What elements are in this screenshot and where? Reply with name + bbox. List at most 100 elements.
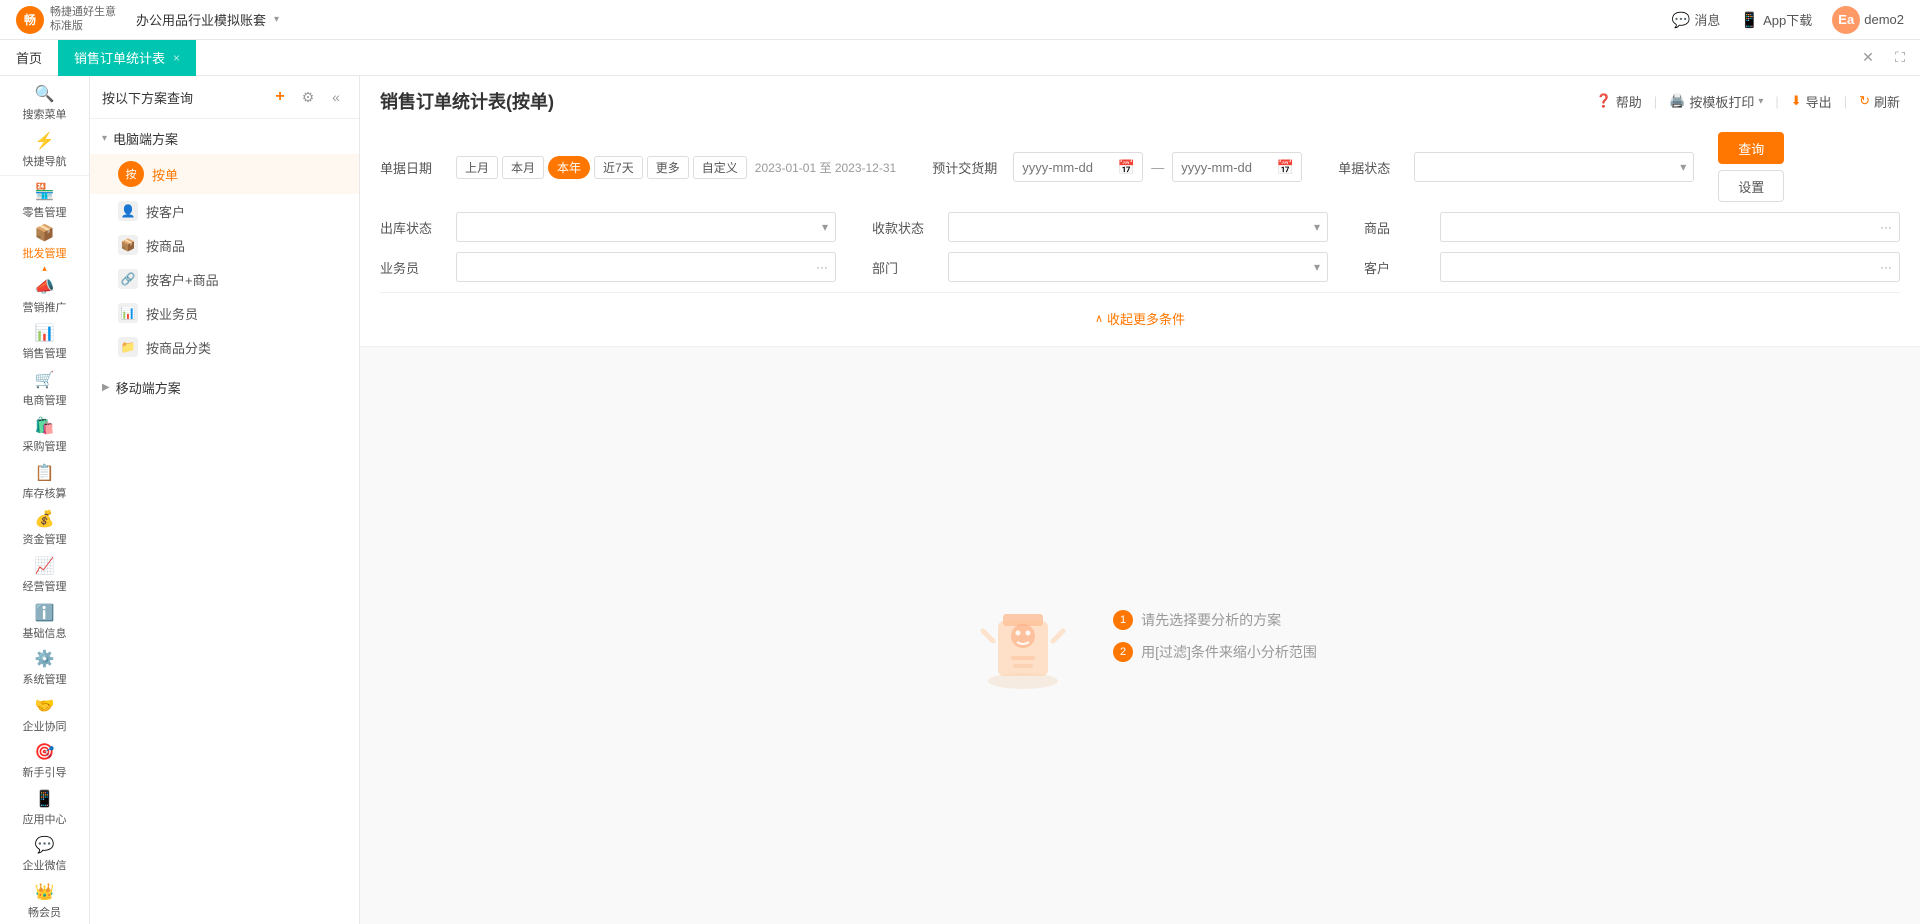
refresh-button[interactable]: ↻ 刷新: [1859, 92, 1900, 111]
logo-area: 畅 畅捷通好生意 标准版: [16, 6, 116, 34]
salesperson-more-icon[interactable]: ···: [816, 260, 828, 274]
department-select[interactable]: [948, 252, 1328, 282]
calendar-start-icon: 📅: [1118, 159, 1135, 176]
sidebar-item-enterprise-wx[interactable]: 💬 企业微信: [0, 831, 89, 878]
scheme-by-product[interactable]: 📦 按商品: [90, 228, 359, 262]
mobile-schemes-group: ▶ 移动端方案: [90, 368, 359, 407]
scheme-by-customer-product[interactable]: 🔗 按客户+商品: [90, 262, 359, 296]
filter-action-buttons: 查询 设置: [1718, 132, 1784, 202]
filter-area: 单据日期 上月 本月 本年 近7天 更多 自定义 2023-01-01 至 20…: [360, 122, 1920, 347]
top-bar-left: 畅 畅捷通好生意 标准版 办公用品行业模拟账套 ▾: [16, 6, 279, 34]
sidebar-item-marketing[interactable]: 📣 营销推广: [0, 273, 89, 320]
by-order-icon: 按: [118, 161, 144, 187]
enterprise-wx-icon: 💬: [35, 835, 55, 855]
user-profile[interactable]: E a demo2: [1832, 6, 1904, 34]
empty-tips: 1 请先选择要分析的方案 2 用[过滤]条件来缩小分析范围: [1113, 610, 1317, 662]
sidebar-item-wholesale[interactable]: 📦 批发管理 ▴: [0, 225, 89, 273]
template-print-button[interactable]: 🖨️ 按模板打印 ▾: [1669, 92, 1763, 111]
pc-schemes-group: ▾ 电脑端方案 按 按单 👤 按客户: [90, 119, 359, 368]
ship-status-select[interactable]: [456, 212, 836, 242]
pc-schemes-header[interactable]: ▾ 电脑端方案: [90, 123, 359, 154]
customer-more-icon[interactable]: ···: [1880, 260, 1892, 274]
filter-settings-button[interactable]: 设置: [1718, 170, 1784, 202]
help-button[interactable]: ❓ 帮助: [1596, 92, 1642, 111]
logo-text: 畅捷通好生意 标准版: [50, 6, 116, 32]
btn-last-7[interactable]: 近7天: [594, 156, 643, 179]
ecommerce-icon: 🛒: [35, 370, 55, 390]
sidebar-item-sales[interactable]: 📊 销售管理: [0, 319, 89, 366]
sidebar-item-search-menu[interactable]: 🔍 搜索菜单: [0, 80, 89, 127]
message-button[interactable]: 💬 消息: [1672, 10, 1721, 29]
calendar-end-icon: 📅: [1277, 159, 1294, 176]
sidebar-item-inventory[interactable]: 📋 库存核算: [0, 459, 89, 506]
sidebar-item-operations[interactable]: 📈 经营管理: [0, 552, 89, 599]
tab-bar-actions: ✕ ⛶: [1856, 46, 1920, 70]
salesperson-input[interactable]: [456, 252, 836, 282]
empty-tip-1: 1 请先选择要分析的方案: [1113, 610, 1317, 630]
tab-close-icon[interactable]: ×: [173, 51, 180, 65]
help-icon: ❓: [1596, 93, 1612, 109]
sidebar-item-retail[interactable]: 🏪 零售管理: [0, 178, 89, 225]
app-download-button[interactable]: 📱 App下载: [1740, 10, 1812, 29]
sidebar-item-enterprise[interactable]: 🤝 企业协同: [0, 691, 89, 738]
sidebar-item-finance[interactable]: 💰 资金管理: [0, 505, 89, 552]
tab-home[interactable]: 首页: [0, 40, 58, 76]
mobile-group-arrow-icon: ▶: [102, 382, 110, 393]
top-bar-right: 💬 消息 📱 App下载 E a demo2: [1672, 6, 1904, 34]
marketing-icon: 📣: [35, 277, 55, 297]
query-button[interactable]: 查询: [1718, 132, 1784, 164]
sidebar-item-purchase[interactable]: 🛍️ 采购管理: [0, 412, 89, 459]
btn-more[interactable]: 更多: [647, 156, 689, 179]
salesperson-field: ···: [456, 252, 836, 282]
system-icon: ⚙️: [35, 649, 55, 669]
scheme-by-category[interactable]: 📁 按商品分类: [90, 330, 359, 364]
expected-date-start-wrap: 📅: [1013, 152, 1143, 182]
collapse-filters-button[interactable]: ∧ 收起更多条件: [1087, 301, 1193, 336]
scheme-settings-button[interactable]: ⚙: [297, 86, 319, 108]
tab-order-stats[interactable]: 销售订单统计表 ×: [58, 40, 196, 76]
collapse-panel-button[interactable]: «: [325, 86, 347, 108]
expected-date-group: 📅 — 📅: [1013, 152, 1302, 182]
sidebar-item-member[interactable]: 👑 畅会员: [0, 877, 89, 924]
sidebar-item-quick-nav[interactable]: ⚡ 快捷导航: [0, 127, 89, 174]
btn-last-month[interactable]: 上月: [456, 156, 498, 179]
mobile-schemes-header[interactable]: ▶ 移动端方案: [90, 372, 359, 403]
window-maximize-button[interactable]: ⛶: [1888, 46, 1912, 70]
sidebar-item-basic[interactable]: ℹ️ 基础信息: [0, 598, 89, 645]
product-input[interactable]: [1440, 212, 1900, 242]
empty-state: 1 请先选择要分析的方案 2 用[过滤]条件来缩小分析范围: [360, 347, 1920, 924]
page-header-actions: ❓ 帮助 | 🖨️ 按模板打印 ▾ | ⬇ 导出 |: [1596, 92, 1900, 111]
department-label: 部门: [872, 258, 932, 277]
scheme-by-customer[interactable]: 👤 按客户: [90, 194, 359, 228]
by-customer-icon: 👤: [118, 201, 138, 221]
sidebar-item-app-center[interactable]: 📱 应用中心: [0, 784, 89, 831]
empty-illustration: [963, 576, 1083, 696]
sidebar-item-ecommerce[interactable]: 🛒 电商管理: [0, 366, 89, 413]
inventory-icon: 📋: [35, 463, 55, 483]
empty-state-content: 1 请先选择要分析的方案 2 用[过滤]条件来缩小分析范围: [963, 576, 1317, 696]
payment-status-label: 收款状态: [872, 218, 932, 237]
btn-this-month[interactable]: 本月: [502, 156, 544, 179]
sidebar-item-newbie[interactable]: 🎯 新手引导: [0, 738, 89, 785]
payment-status-select[interactable]: [948, 212, 1328, 242]
purchase-icon: 🛍️: [35, 416, 55, 436]
tip-num-1: 1: [1113, 610, 1133, 630]
customer-input[interactable]: [1440, 252, 1900, 282]
btn-custom[interactable]: 自定义: [693, 156, 747, 179]
window-close-button[interactable]: ✕: [1856, 46, 1880, 70]
product-more-icon[interactable]: ···: [1880, 220, 1892, 234]
collapse-icon: «: [332, 89, 340, 105]
btn-this-year[interactable]: 本年: [548, 156, 590, 179]
scheme-by-salesperson[interactable]: 📊 按业务员: [90, 296, 359, 330]
scheme-settings-icon: ⚙: [302, 89, 315, 106]
filter-row-2: 出库状态 ▾ 收款状态 ▾ 商品: [380, 212, 1900, 242]
left-panel-title: 按以下方案查询: [102, 88, 193, 107]
sidebar-item-system[interactable]: ⚙️ 系统管理: [0, 645, 89, 692]
add-scheme-button[interactable]: +: [269, 86, 291, 108]
group-arrow-icon: ▾: [102, 133, 107, 144]
message-icon: 💬: [1672, 11, 1691, 29]
top-bar-dropdown[interactable]: ▾: [274, 14, 279, 25]
export-button[interactable]: ⬇ 导出: [1791, 92, 1832, 111]
doc-status-select[interactable]: [1414, 152, 1694, 182]
scheme-by-order[interactable]: 按 按单: [90, 154, 359, 194]
